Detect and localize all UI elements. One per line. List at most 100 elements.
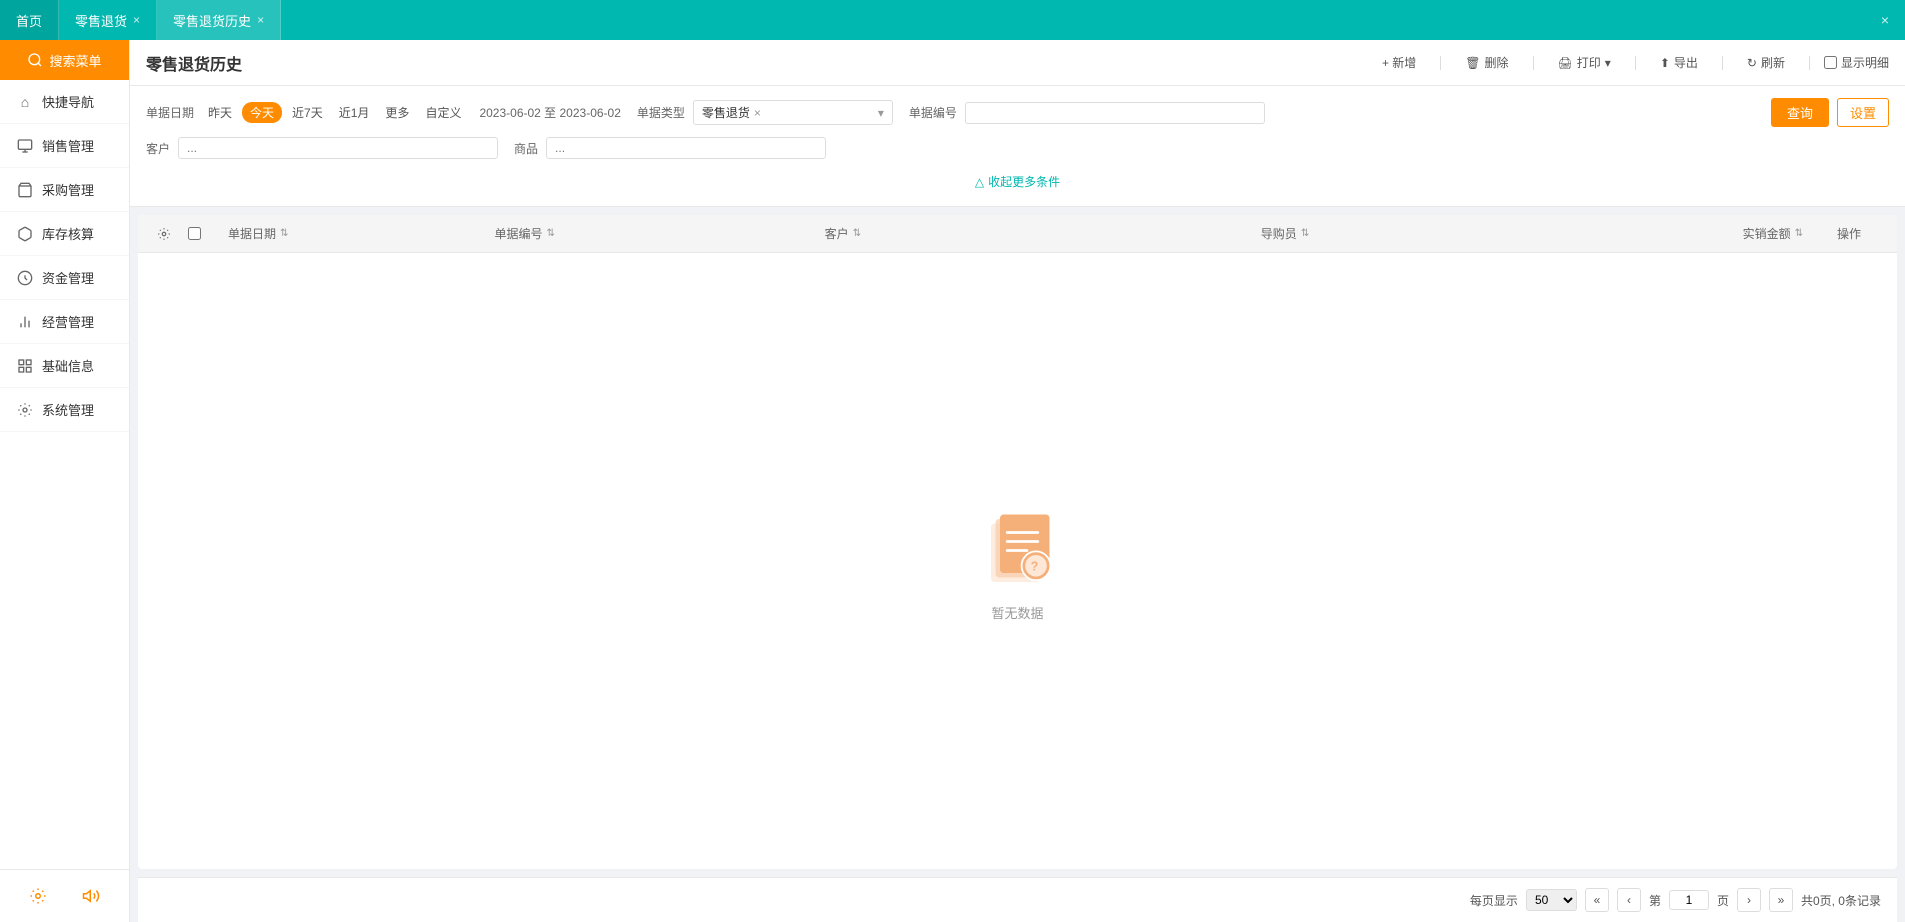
show-detail-label: 显示明细 bbox=[1824, 54, 1889, 71]
number-input[interactable] bbox=[965, 102, 1265, 124]
date-btn-custom[interactable]: 自定义 bbox=[419, 102, 467, 123]
goods-input[interactable] bbox=[546, 137, 826, 159]
th-settings[interactable] bbox=[146, 219, 182, 249]
type-dropdown[interactable]: 零售退货 × ▾ bbox=[693, 100, 893, 125]
total-info: 共0页, 0条记录 bbox=[1801, 892, 1881, 909]
sidebar-search[interactable]: 搜索菜单 bbox=[0, 40, 129, 80]
tab-retail-return[interactable]: 零售退货 × bbox=[59, 0, 157, 40]
collapse-button[interactable]: △ 收起更多条件 bbox=[975, 173, 1060, 190]
page-header: 零售退货历史 + 新增 🗑 删除 🖨 打印 ▾ ⬆ bbox=[130, 40, 1905, 86]
sidebar-item-inventory[interactable]: 库存核算 bbox=[0, 212, 129, 256]
filter-row-2: 客户 商品 bbox=[146, 137, 1889, 159]
next-page-button[interactable]: › bbox=[1737, 888, 1761, 912]
divider-2 bbox=[1533, 56, 1534, 70]
sidebar-item-basic-info[interactable]: 基础信息 bbox=[0, 344, 129, 388]
th-op: 操作 bbox=[1809, 217, 1889, 250]
header-actions: + 新增 🗑 删除 🖨 打印 ▾ ⬆ 导出 bbox=[1372, 50, 1889, 75]
sidebar-item-purchase[interactable]: 采购管理 bbox=[0, 168, 129, 212]
date-btn-7days[interactable]: 近7天 bbox=[286, 102, 329, 123]
divider-1 bbox=[1440, 56, 1441, 70]
basic-info-icon bbox=[16, 357, 34, 375]
filter-actions: 查询 设置 bbox=[1771, 98, 1889, 127]
type-tag: 零售退货 × bbox=[702, 104, 761, 121]
divider-5 bbox=[1809, 56, 1810, 70]
refresh-button[interactable]: ↻ 刷新 bbox=[1737, 50, 1795, 75]
svg-text:?: ? bbox=[1030, 559, 1038, 573]
date-btn-more[interactable]: 更多 bbox=[379, 102, 415, 123]
customer-filter: 客户 bbox=[146, 137, 498, 159]
new-button[interactable]: + 新增 bbox=[1372, 50, 1426, 75]
number-filter-label: 单据编号 bbox=[909, 104, 957, 121]
finance-icon bbox=[16, 269, 34, 287]
page-title: 零售退货历史 bbox=[146, 51, 242, 75]
window-close-button[interactable]: × bbox=[1865, 12, 1905, 28]
page-number-input[interactable] bbox=[1669, 890, 1709, 910]
date-shortcuts: 昨天 今天 近7天 近1月 更多 自定义 bbox=[202, 102, 467, 123]
sidebar-item-finance[interactable]: 资金管理 bbox=[0, 256, 129, 300]
page-size-select[interactable]: 50 20 100 200 bbox=[1526, 889, 1577, 911]
sidebar-item-quick-nav[interactable]: ⌂ 快捷导航 bbox=[0, 80, 129, 124]
close-tab-retail-return[interactable]: × bbox=[133, 13, 140, 27]
sort-date-icon: ⇅ bbox=[280, 228, 288, 239]
date-btn-today[interactable]: 今天 bbox=[242, 102, 282, 123]
print-icon: 🖨 bbox=[1558, 56, 1573, 70]
table-area: 单据日期 ⇅ 单据编号 ⇅ 客户 ⇅ 导购员 ⇅ 实销金额 ⇅ bbox=[138, 215, 1897, 869]
dropdown-arrow-icon: ▾ bbox=[878, 106, 884, 120]
sidebar-item-operations[interactable]: 经营管理 bbox=[0, 300, 129, 344]
pagination: 每页显示 50 20 100 200 « ‹ 第 页 › » 共0页, 0条记录 bbox=[138, 877, 1897, 922]
date-filter: 单据日期 昨天 今天 近7天 近1月 更多 自定义 2023-06-02 至 2… bbox=[146, 102, 621, 123]
prev-page-button[interactable]: ‹ bbox=[1617, 888, 1641, 912]
system-icon bbox=[16, 401, 34, 419]
print-button[interactable]: 🖨 打印 ▾ bbox=[1548, 50, 1621, 75]
table-header: 单据日期 ⇅ 单据编号 ⇅ 客户 ⇅ 导购员 ⇅ 实销金额 ⇅ bbox=[138, 215, 1897, 253]
settings-bottom-icon[interactable] bbox=[24, 882, 52, 910]
sidebar-item-system[interactable]: 系统管理 bbox=[0, 388, 129, 432]
th-amount[interactable]: 实销金额 ⇅ bbox=[1585, 217, 1809, 250]
sidebar-item-sales[interactable]: 销售管理 bbox=[0, 124, 129, 168]
sidebar-bottom bbox=[0, 869, 129, 922]
last-page-button[interactable]: » bbox=[1769, 888, 1793, 912]
filter-row-1: 单据日期 昨天 今天 近7天 近1月 更多 自定义 2023-06-02 至 2… bbox=[146, 98, 1889, 127]
show-detail-checkbox[interactable] bbox=[1824, 56, 1837, 69]
sort-number-icon: ⇅ bbox=[547, 228, 555, 239]
date-btn-yesterday[interactable]: 昨天 bbox=[202, 102, 238, 123]
inventory-icon bbox=[16, 225, 34, 243]
sort-amount-icon: ⇅ bbox=[1795, 228, 1803, 239]
th-number[interactable]: 单据编号 ⇅ bbox=[489, 217, 819, 250]
setting-button[interactable]: 设置 bbox=[1837, 98, 1889, 127]
type-filter: 单据类型 零售退货 × ▾ bbox=[637, 100, 893, 125]
page-prefix: 第 bbox=[1649, 892, 1661, 909]
empty-illustration: ? bbox=[973, 501, 1063, 591]
tab-home[interactable]: 首页 bbox=[0, 0, 59, 40]
date-range-display: 2023-06-02 至 2023-06-02 bbox=[479, 104, 620, 121]
home-icon: ⌂ bbox=[16, 93, 34, 111]
volume-bottom-icon[interactable] bbox=[77, 882, 105, 910]
close-tab-retail-return-history[interactable]: × bbox=[257, 13, 264, 27]
content-area: 零售退货历史 + 新增 🗑 删除 🖨 打印 ▾ ⬆ bbox=[130, 40, 1905, 922]
search-icon bbox=[27, 52, 43, 68]
top-bar: 首页 零售退货 × 零售退货历史 × × bbox=[0, 0, 1905, 40]
export-button[interactable]: ⬆ 导出 bbox=[1650, 50, 1708, 75]
customer-input[interactable] bbox=[178, 137, 498, 159]
select-all-checkbox[interactable] bbox=[188, 227, 201, 240]
type-tag-remove[interactable]: × bbox=[754, 106, 761, 120]
first-page-button[interactable]: « bbox=[1585, 888, 1609, 912]
th-checkbox[interactable] bbox=[182, 219, 222, 248]
divider-4 bbox=[1722, 56, 1723, 70]
delete-button[interactable]: 🗑 删除 bbox=[1455, 50, 1518, 75]
collapse-icon: △ bbox=[975, 175, 984, 189]
th-guide[interactable]: 导购员 ⇅ bbox=[1255, 217, 1585, 250]
refresh-icon: ↻ bbox=[1747, 56, 1757, 70]
date-btn-1month[interactable]: 近1月 bbox=[333, 102, 376, 123]
collapse-row: △ 收起更多条件 bbox=[146, 169, 1889, 194]
divider-3 bbox=[1635, 56, 1636, 70]
query-button[interactable]: 查询 bbox=[1771, 98, 1829, 127]
tab-retail-return-history[interactable]: 零售退货历史 × bbox=[157, 0, 281, 40]
table-empty: ? 暂无数据 bbox=[138, 253, 1897, 869]
tab-bar: 首页 零售退货 × 零售退货历史 × bbox=[0, 0, 1865, 40]
th-date[interactable]: 单据日期 ⇅ bbox=[222, 217, 489, 250]
sort-guide-icon: ⇅ bbox=[1301, 228, 1309, 239]
sales-icon bbox=[16, 137, 34, 155]
goods-filter-label: 商品 bbox=[514, 140, 538, 157]
th-customer[interactable]: 客户 ⇅ bbox=[819, 217, 1255, 250]
